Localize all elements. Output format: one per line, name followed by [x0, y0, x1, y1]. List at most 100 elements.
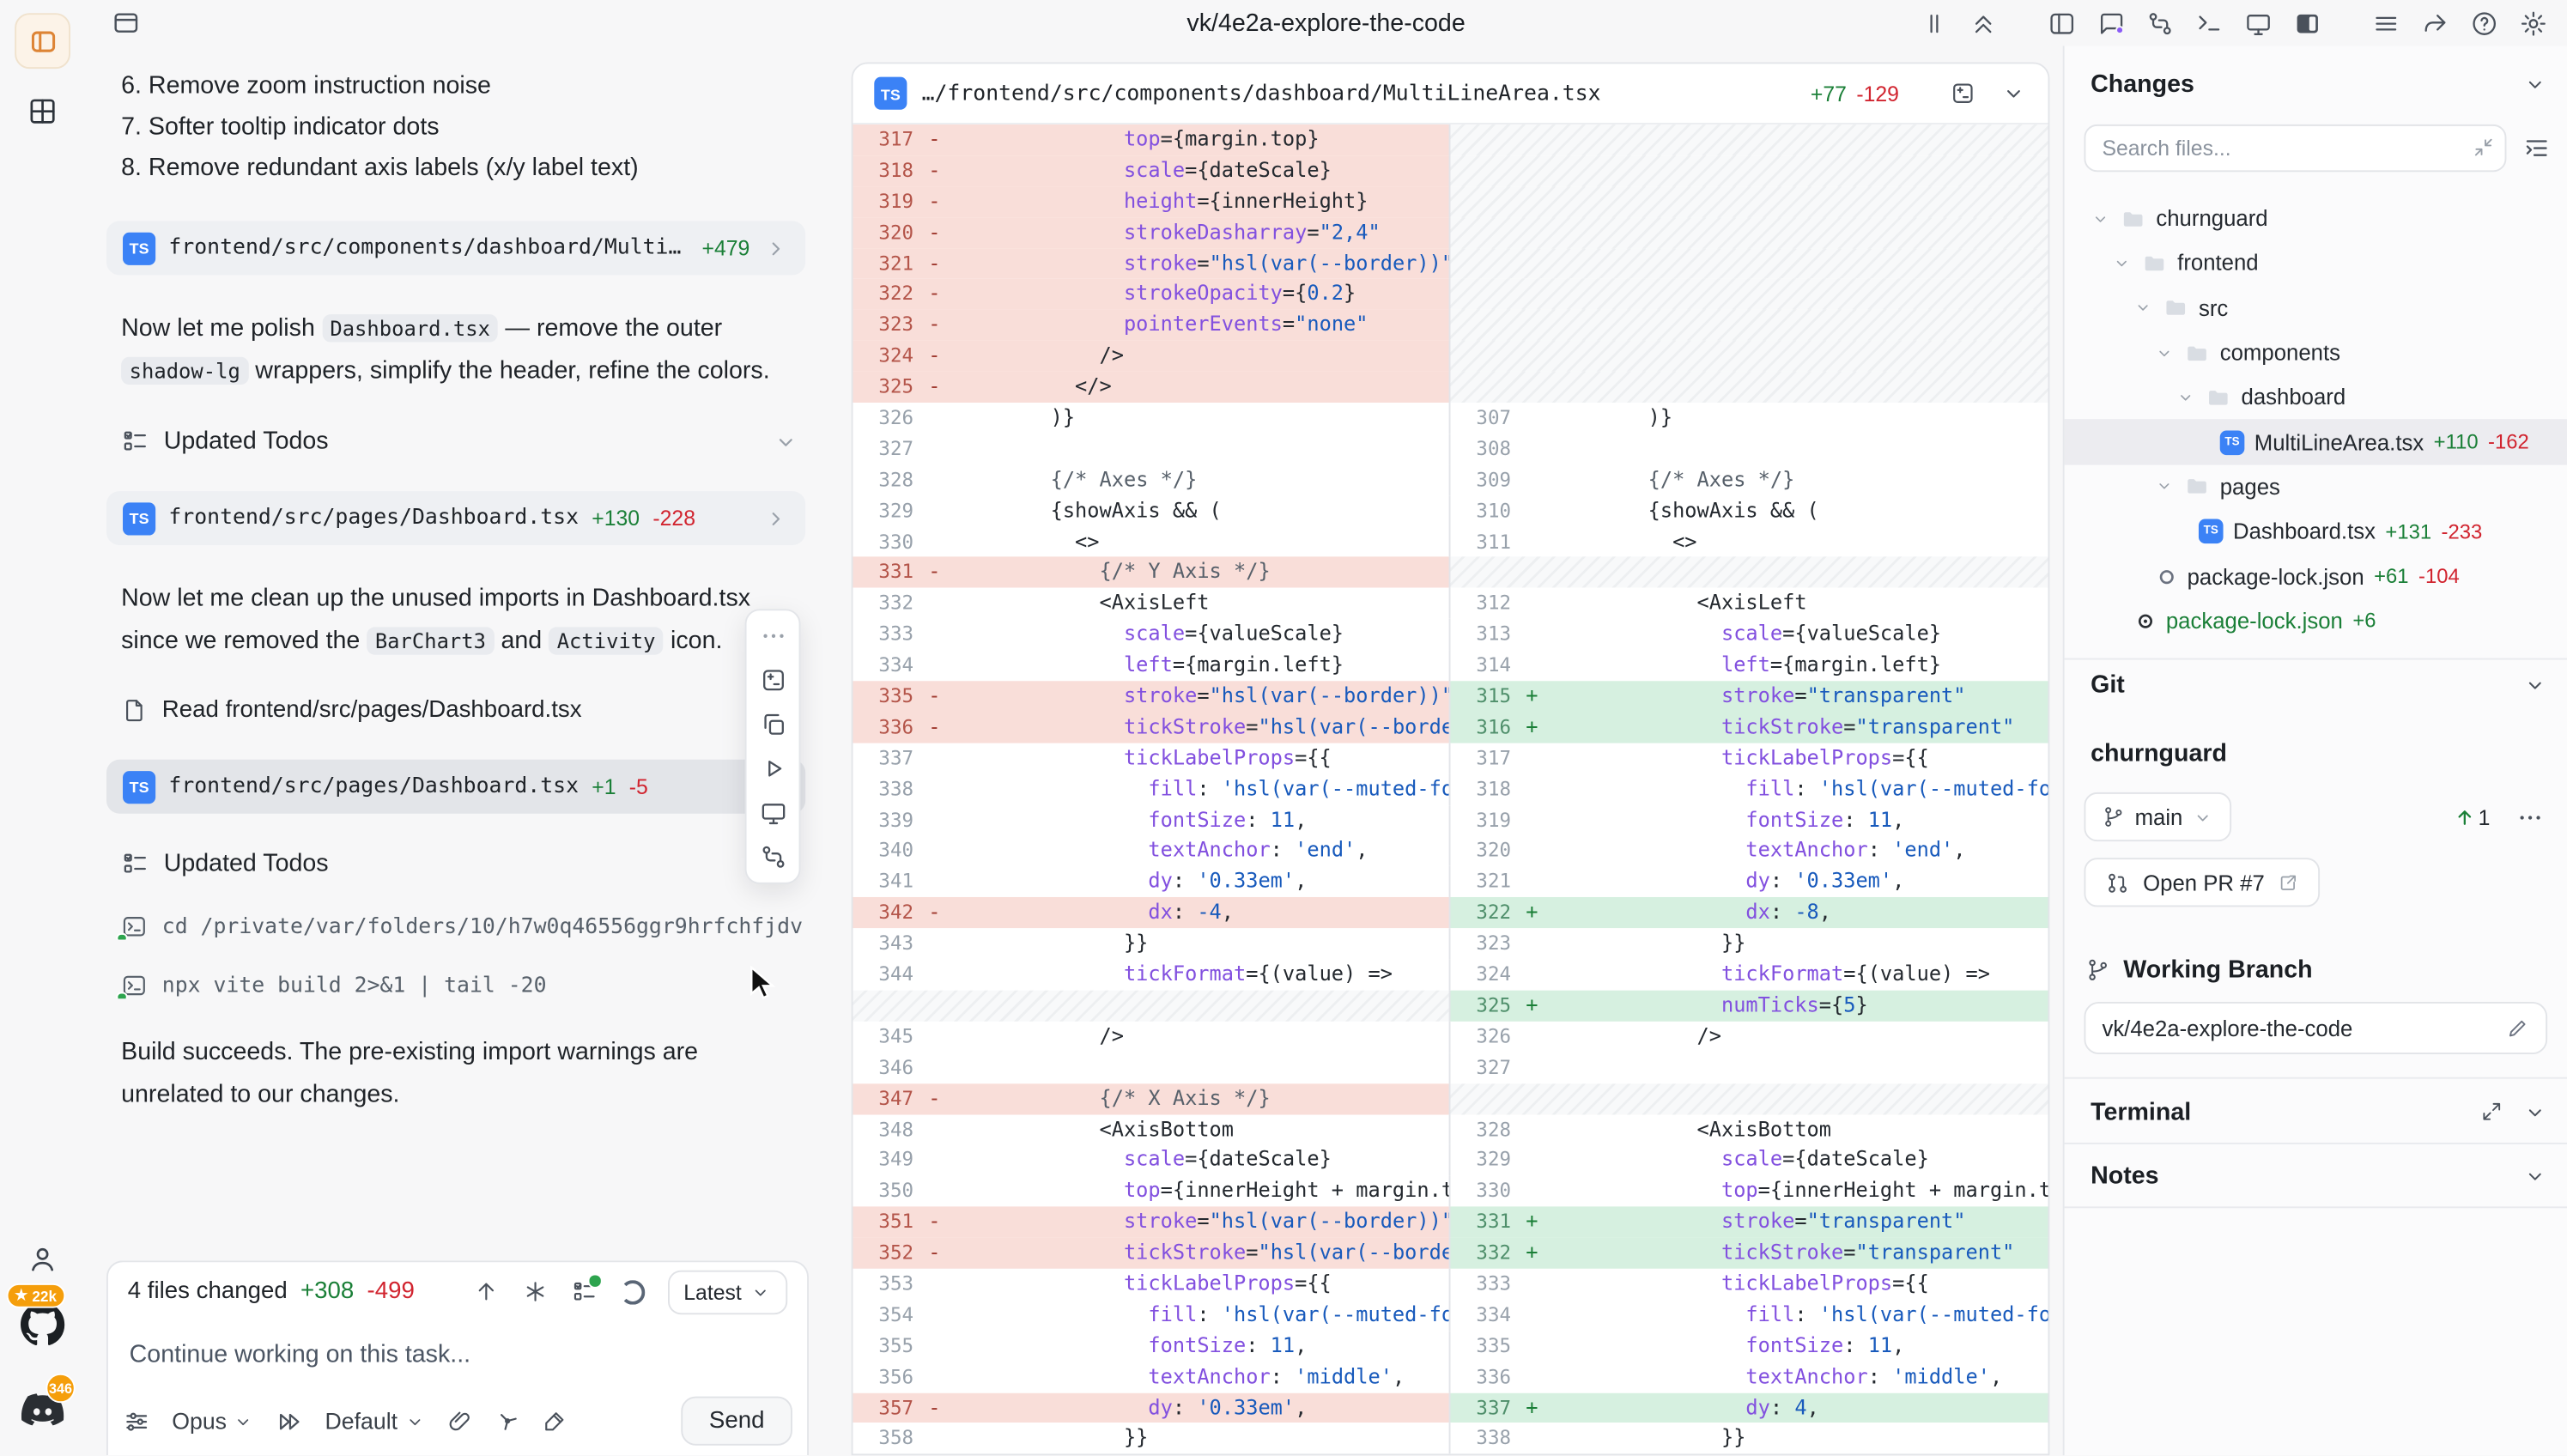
mcp-icon[interactable]	[495, 1409, 521, 1435]
line-number[interactable]: 334	[853, 650, 928, 681]
line-number[interactable]: 335	[853, 681, 928, 712]
line-number[interactable]: 311	[1451, 526, 1526, 557]
line-number[interactable]: 336	[853, 712, 928, 743]
git-compare-icon[interactable]	[759, 843, 786, 871]
line-number[interactable]: 357	[853, 1392, 928, 1423]
tree-folder-src[interactable]: src	[2065, 286, 2567, 331]
tree-folder-components[interactable]: components	[2065, 331, 2567, 375]
help-icon[interactable]	[2470, 9, 2497, 36]
chevron-down-icon[interactable]	[2523, 71, 2548, 96]
panel-left-icon[interactable]	[2048, 9, 2076, 36]
chevron-down-icon[interactable]	[2000, 80, 2027, 106]
chevron-down-icon[interactable]	[2523, 1099, 2548, 1124]
todos-status-icon[interactable]	[571, 1279, 598, 1306]
pencil-icon[interactable]	[2506, 1016, 2529, 1040]
tree-file-package-lock.json[interactable]: package-lock.json+6	[2065, 598, 2567, 643]
updated-todos-row[interactable]: Updated Todos	[106, 850, 805, 877]
scroll-up-icon[interactable]	[472, 1279, 499, 1306]
line-number[interactable]: 330	[1451, 1176, 1526, 1207]
line-number[interactable]: 320	[853, 217, 928, 248]
fast-forward-icon[interactable]	[276, 1408, 303, 1435]
line-number[interactable]: 351	[853, 1207, 928, 1238]
sparkle-icon[interactable]	[521, 1279, 548, 1306]
window-icon[interactable]	[112, 9, 141, 38]
line-number[interactable]: 340	[853, 835, 928, 866]
pause-icon[interactable]	[1921, 9, 1948, 36]
line-number[interactable]: 335	[1451, 1331, 1526, 1362]
line-number[interactable]: 350	[853, 1176, 928, 1207]
open-pr-button[interactable]: Open PR #7	[2084, 858, 2320, 907]
line-number[interactable]: 337	[853, 743, 928, 774]
line-number[interactable]: 319	[1451, 804, 1526, 835]
settings-gear-icon[interactable]	[2520, 9, 2547, 36]
pen-icon[interactable]	[542, 1409, 568, 1435]
line-number[interactable]: 320	[1451, 835, 1526, 866]
tree-folder-churnguard[interactable]: churnguard	[2065, 197, 2567, 241]
line-number[interactable]: 325	[853, 372, 928, 403]
tree-folder-dashboard[interactable]: dashboard	[2065, 375, 2567, 420]
line-number[interactable]: 339	[853, 804, 928, 835]
tree-file-package-lock.json[interactable]: package-lock.json+61-104	[2065, 554, 2567, 598]
terminal-command-row[interactable]: npx vite build 2>&1 | tail -20	[106, 973, 805, 999]
line-number[interactable]: 326	[853, 403, 928, 434]
line-number[interactable]: 322	[853, 279, 928, 310]
branch-selector[interactable]: main	[2084, 792, 2231, 841]
copy-icon[interactable]	[759, 711, 786, 738]
line-number[interactable]: 332	[853, 588, 928, 619]
line-number[interactable]: 330	[853, 526, 928, 557]
line-number[interactable]: 326	[1451, 1022, 1526, 1053]
line-number[interactable]: 333	[853, 619, 928, 650]
menu-icon[interactable]	[2372, 9, 2400, 36]
line-number[interactable]: 309	[1451, 464, 1526, 495]
git-compare-icon[interactable]	[2146, 9, 2174, 36]
line-number[interactable]: 307	[1451, 403, 1526, 434]
line-number[interactable]: 319	[853, 186, 928, 217]
line-number[interactable]: 324	[1451, 960, 1526, 991]
collapse-tree-icon[interactable]	[2523, 134, 2551, 161]
line-number[interactable]: 342	[853, 897, 928, 928]
search-files-input[interactable]	[2084, 124, 2506, 172]
line-number[interactable]: 343	[853, 929, 928, 960]
line-number[interactable]: 341	[853, 866, 928, 897]
line-number[interactable]: 323	[1451, 929, 1526, 960]
collapse-up-icon[interactable]	[1969, 9, 1997, 36]
line-number[interactable]: 315	[1451, 681, 1526, 712]
expand-icon[interactable]	[2480, 1099, 2503, 1124]
line-number[interactable]: 352	[853, 1238, 928, 1269]
run-icon[interactable]	[759, 755, 786, 782]
line-number[interactable]: 313	[1451, 619, 1526, 650]
tree-folder-pages[interactable]: pages	[2065, 464, 2567, 509]
line-number[interactable]: 325	[1451, 991, 1526, 1022]
working-branch-field[interactable]: vk/4e2a-explore-the-code	[2084, 1002, 2547, 1054]
line-number[interactable]: 334	[1451, 1300, 1526, 1331]
line-number[interactable]: 336	[1451, 1362, 1526, 1392]
chevron-down-icon[interactable]	[2523, 1163, 2548, 1188]
line-number[interactable]: 316	[1451, 712, 1526, 743]
line-number[interactable]: 329	[1451, 1145, 1526, 1176]
line-number[interactable]: 345	[853, 1022, 928, 1053]
line-number[interactable]: 344	[853, 960, 928, 991]
chevron-down-icon[interactable]	[773, 428, 799, 455]
line-number[interactable]: 338	[853, 774, 928, 804]
line-number[interactable]: 358	[853, 1423, 928, 1454]
send-button[interactable]: Send	[682, 1397, 792, 1446]
line-number[interactable]: 332	[1451, 1238, 1526, 1269]
line-number[interactable]: 318	[1451, 774, 1526, 804]
more-options-icon[interactable]	[2516, 803, 2544, 830]
line-number[interactable]: 321	[853, 248, 928, 279]
line-number[interactable]: 328	[1451, 1114, 1526, 1145]
line-number[interactable]: 322	[1451, 897, 1526, 928]
monitor-icon[interactable]	[2244, 9, 2272, 36]
line-number[interactable]: 354	[853, 1300, 928, 1331]
user-icon[interactable]	[27, 1243, 59, 1276]
line-number[interactable]: 356	[853, 1362, 928, 1392]
line-number[interactable]: 348	[853, 1114, 928, 1145]
diff-icon[interactable]	[759, 666, 786, 694]
line-number[interactable]: 353	[853, 1269, 928, 1300]
line-number[interactable]: 318	[853, 155, 928, 186]
updated-todos-row[interactable]: Updated Todos	[106, 428, 805, 455]
file-change-chip[interactable]: TSfrontend/src/pages/Dashboard.tsx+1-5	[106, 760, 805, 814]
tree-file-MultiLineArea.tsx[interactable]: TSMultiLineArea.tsx+110-162	[2065, 420, 2567, 464]
share-icon[interactable]	[2421, 9, 2449, 36]
line-number[interactable]: 327	[853, 434, 928, 464]
